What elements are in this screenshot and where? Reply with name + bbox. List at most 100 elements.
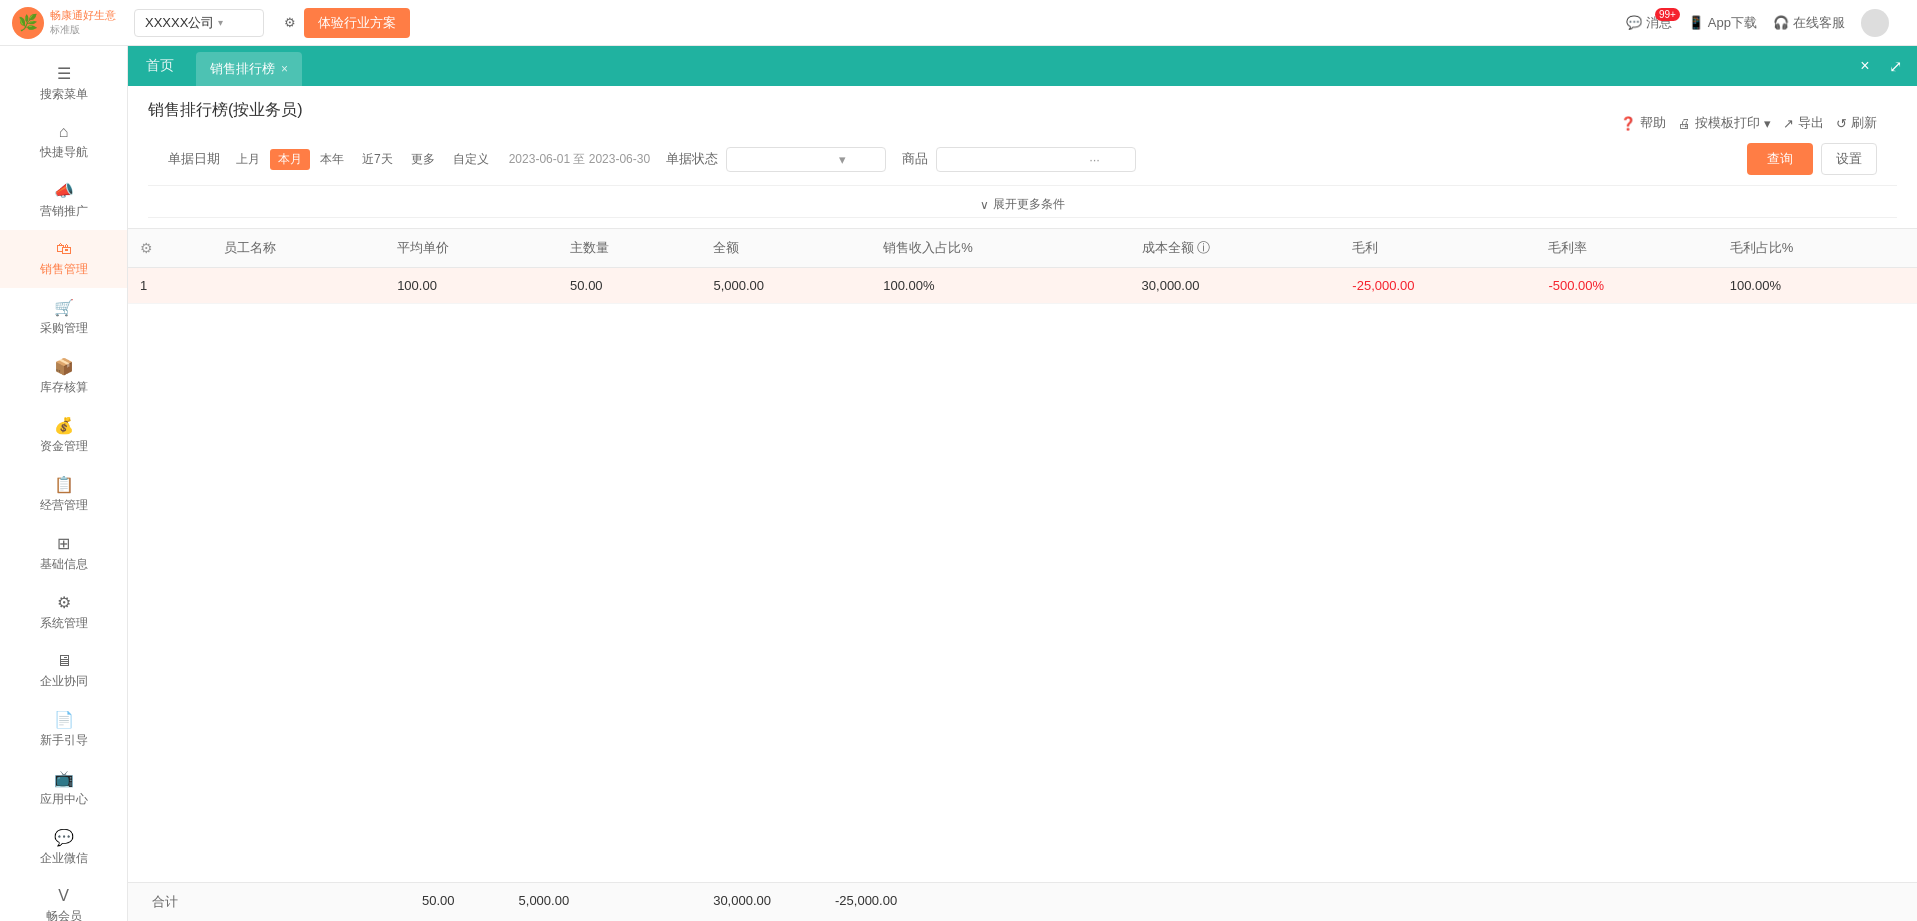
basic-info-icon: ⊞	[57, 534, 70, 553]
tab-close-icon[interactable]: ×	[281, 62, 288, 76]
sidebar-item-beginner[interactable]: 📄 新手引导	[0, 700, 127, 759]
tab-maximize-icon[interactable]: ⤢	[1881, 52, 1909, 80]
col-cost: 成本全额 ⓘ	[1130, 229, 1341, 268]
sidebar-item-operations[interactable]: 📋 经营管理	[0, 465, 127, 524]
date-label: 单据日期	[168, 150, 220, 168]
cell-cost: 30,000.00	[1130, 268, 1341, 304]
cell-rank: 1	[128, 268, 212, 304]
sidebar-item-purchase[interactable]: 🛒 采购管理	[0, 288, 127, 347]
system-icon: ⚙	[57, 593, 71, 612]
mobile-icon: 📱	[1688, 15, 1704, 30]
sidebar-item-nav[interactable]: ⌂ 快捷导航	[0, 113, 127, 171]
settings-icon[interactable]: ⚙	[276, 9, 304, 37]
sidebar-item-member[interactable]: V 畅会员	[0, 877, 127, 921]
col-gross-rate: 毛利率	[1536, 229, 1717, 268]
expand-row: ∨ 展开更多条件	[148, 192, 1897, 218]
home-icon: ⌂	[59, 123, 69, 141]
finance-icon: 💰	[54, 416, 74, 435]
footer-amount: 5,000.00	[507, 893, 582, 911]
tab-home[interactable]: 首页	[128, 46, 192, 86]
data-table-wrapper: ⚙ 员工名称 平均单价 主数量 全额 销售收入占比% 成本全额 ⓘ 毛利 毛利率…	[128, 229, 1917, 882]
export-icon: ↗	[1783, 116, 1794, 131]
marketing-icon: 📣	[54, 181, 74, 200]
data-table: ⚙ 员工名称 平均单价 主数量 全额 销售收入占比% 成本全额 ⓘ 毛利 毛利率…	[128, 229, 1917, 304]
print-dropdown-icon: ▾	[1764, 116, 1771, 131]
avatar[interactable]	[1861, 9, 1889, 37]
refresh-button[interactable]: ↺ 刷新	[1836, 114, 1877, 132]
logo-sub: 标准版	[50, 23, 116, 37]
cell-avg-price: 100.00	[385, 268, 558, 304]
cell-amount: 5,000.00	[701, 268, 871, 304]
operations-icon: 📋	[54, 475, 74, 494]
company-name: XXXXX公司	[145, 14, 214, 32]
date-tab-this-year[interactable]: 本年	[312, 149, 352, 170]
goods-input[interactable]: ···	[936, 147, 1136, 172]
date-tab-7days[interactable]: 近7天	[354, 149, 401, 170]
tab-sales-ranking[interactable]: 销售排行榜 ×	[196, 52, 302, 86]
sidebar-item-search[interactable]: ☰ 搜索菜单	[0, 54, 127, 113]
sidebar-item-app-center[interactable]: 📺 应用中心	[0, 759, 127, 818]
sidebar-item-enterprise[interactable]: 🖥 企业协同	[0, 642, 127, 700]
footer-gross: -25,000.00	[823, 893, 909, 911]
app-download-button[interactable]: 📱 App下载	[1688, 14, 1757, 32]
table-settings-button[interactable]: 设置	[1821, 143, 1877, 175]
col-gross-ratio: 毛利占比%	[1718, 229, 1917, 268]
sidebar-item-inventory[interactable]: 📦 库存核算	[0, 347, 127, 406]
cell-qty: 50.00	[558, 268, 701, 304]
online-service-button[interactable]: 🎧 在线客服	[1773, 14, 1845, 32]
date-tab-this-month[interactable]: 本月	[270, 149, 310, 170]
date-tab-more[interactable]: 更多	[403, 149, 443, 170]
message-badge: 99+	[1655, 8, 1680, 21]
app-center-icon: 📺	[54, 769, 74, 788]
help-icon: ❓	[1620, 116, 1636, 131]
col-amount: 全额	[701, 229, 871, 268]
member-icon: V	[58, 887, 69, 905]
date-range-text: 2023-06-01 至 2023-06-30	[509, 151, 650, 168]
col-employee: 员工名称	[212, 229, 385, 268]
tab-close-all-icon[interactable]: ×	[1851, 52, 1879, 80]
message-icon: 💬	[1626, 15, 1642, 30]
sidebar-item-finance[interactable]: 💰 资金管理	[0, 406, 127, 465]
logo-area: 🌿 畅康通好生意 标准版	[12, 7, 122, 39]
experience-button[interactable]: 体验行业方案	[304, 8, 410, 38]
beginner-icon: 📄	[54, 710, 74, 729]
cell-gross: -25,000.00	[1340, 268, 1536, 304]
search-menu-icon: ☰	[57, 64, 71, 83]
export-button[interactable]: ↗ 导出	[1783, 114, 1824, 132]
query-button[interactable]: 查询	[1747, 143, 1813, 175]
logo-icon: 🌿	[12, 7, 44, 39]
inventory-icon: 📦	[54, 357, 74, 376]
chevron-down-icon: ▾	[218, 17, 223, 28]
message-button[interactable]: 💬 消息 99+	[1626, 14, 1672, 32]
sidebar-item-system[interactable]: ⚙ 系统管理	[0, 583, 127, 642]
col-sales-ratio: 销售收入占比%	[871, 229, 1129, 268]
page-header: 销售排行榜(按业务员) ❓ 帮助 🖨 按模板打印 ▾	[128, 86, 1917, 229]
expand-more-button[interactable]: ∨ 展开更多条件	[980, 196, 1065, 213]
col-settings[interactable]: ⚙	[128, 229, 212, 268]
date-tab-custom[interactable]: 自定义	[445, 149, 497, 170]
sidebar-item-basic-info[interactable]: ⊞ 基础信息	[0, 524, 127, 583]
status-select[interactable]: ▾	[726, 147, 886, 172]
col-gross: 毛利	[1340, 229, 1536, 268]
table-footer: 合计 50.00 5,000.00 30,000.00 -25,000.00	[128, 882, 1917, 921]
help-link[interactable]: ❓ 帮助	[1620, 114, 1666, 132]
date-tabs: 上月 本月 本年 近7天 更多 自定义	[228, 149, 497, 170]
filter-bar: 单据日期 上月 本月 本年 近7天 更多 自定义 2023-06-01 至 20…	[148, 133, 1897, 186]
cell-name	[212, 268, 385, 304]
purchase-icon: 🛒	[54, 298, 74, 317]
company-selector[interactable]: XXXXX公司 ▾	[134, 9, 264, 37]
print-button[interactable]: 🖨 按模板打印 ▾	[1678, 114, 1771, 132]
date-tab-last-month[interactable]: 上月	[228, 149, 268, 170]
sidebar-item-weixin[interactable]: 💬 企业微信	[0, 818, 127, 877]
status-label: 单据状态	[666, 150, 718, 168]
goods-more-icon: ···	[1089, 152, 1100, 167]
sidebar-item-sales[interactable]: 🛍 销售管理	[0, 230, 127, 288]
tab-bar: 首页 销售排行榜 × × ⤢	[128, 46, 1917, 86]
sidebar-item-marketing[interactable]: 📣 营销推广	[0, 171, 127, 230]
enterprise-icon: 🖥	[56, 652, 72, 670]
logo-text: 畅康通好生意	[50, 8, 116, 22]
print-icon: 🖨	[1678, 116, 1691, 131]
chevron-down-expand-icon: ∨	[980, 198, 989, 212]
table-row: 1 100.00 50.00 5,000.00 100.00% 30,000.0…	[128, 268, 1917, 304]
filter-actions: 查询 设置	[1747, 143, 1877, 175]
